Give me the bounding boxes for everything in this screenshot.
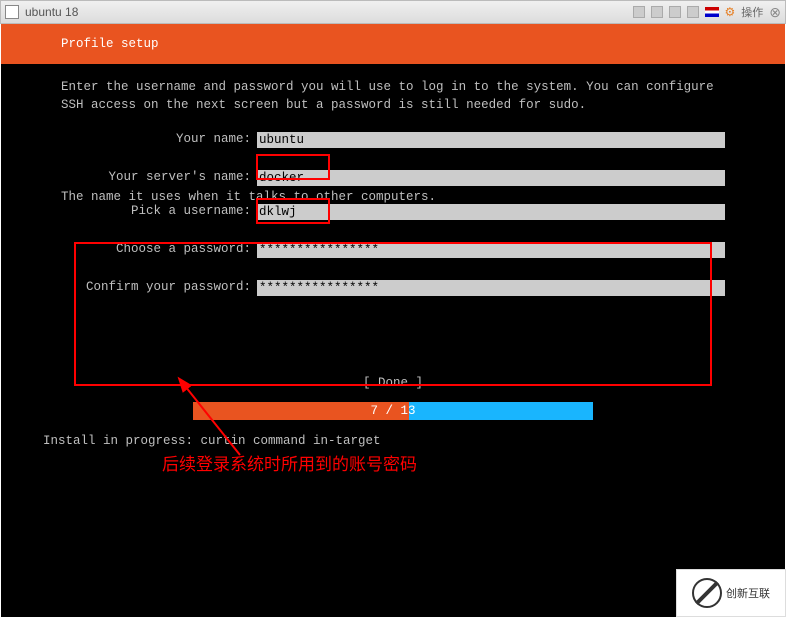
page-title: Profile setup	[1, 24, 785, 64]
install-status: Install in progress: curtin command in-t…	[43, 434, 725, 448]
watermark-text: 创新互联	[726, 585, 770, 601]
server-name-hint: The name it uses when it talks to other …	[61, 190, 725, 204]
drive-icon[interactable]	[651, 6, 663, 18]
progress-text: 7 / 13	[193, 402, 593, 420]
password-label: Choose a password:	[61, 242, 257, 256]
instructions-text: Enter the username and password you will…	[61, 78, 725, 114]
flag-icon	[705, 7, 719, 17]
gear-icon[interactable]: ⚙	[725, 5, 736, 19]
vm-window-title: ubuntu 18	[25, 5, 78, 19]
confirm-password-input[interactable]: ****************	[257, 280, 725, 296]
server-name-label: Your server's name:	[61, 170, 257, 184]
network-icon[interactable]	[687, 6, 699, 18]
vm-window-titlebar: ubuntu 18 ⚙ 操作 ⊗	[0, 0, 786, 24]
password-input[interactable]: ****************	[257, 242, 725, 258]
watermark-logo-icon	[692, 578, 722, 608]
installer-console: Profile setup Enter the username and pas…	[1, 24, 785, 617]
monitor-icon[interactable]	[633, 6, 645, 18]
username-label: Pick a username:	[61, 204, 257, 218]
vm-icon	[5, 5, 19, 19]
confirm-password-label: Confirm your password:	[61, 280, 257, 294]
disk-icon[interactable]	[669, 6, 681, 18]
server-name-input[interactable]: docker	[257, 170, 725, 186]
close-icon[interactable]: ⊗	[769, 4, 781, 21]
done-button[interactable]: [ Done ]	[361, 376, 425, 390]
action-menu[interactable]: 操作	[741, 4, 763, 20]
name-input[interactable]: ubuntu	[257, 132, 725, 148]
name-label: Your name:	[61, 132, 257, 146]
progress-bar: 7 / 13	[193, 402, 593, 420]
watermark: 创新互联	[676, 569, 786, 617]
username-input[interactable]: dklwj	[257, 204, 725, 220]
